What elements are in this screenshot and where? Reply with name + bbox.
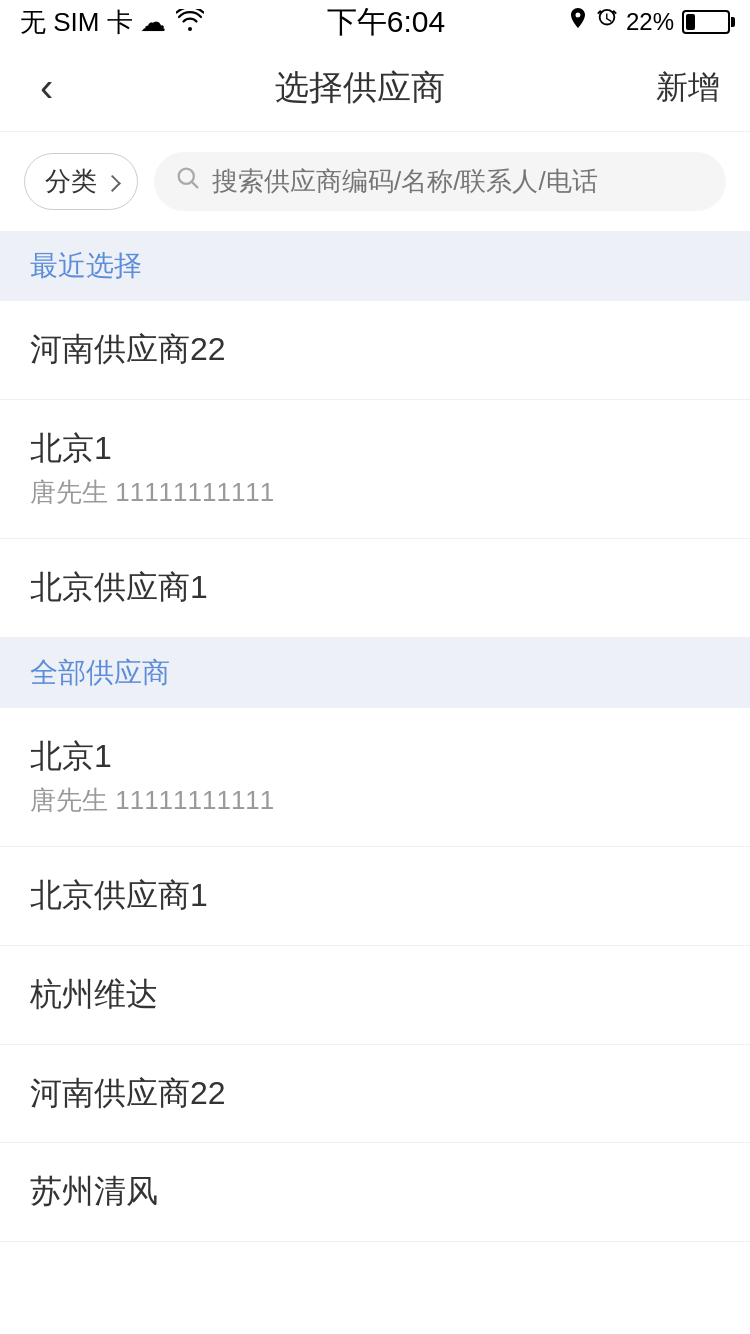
item-sub: 唐先生 11111111111 — [30, 783, 720, 818]
item-name: 北京供应商1 — [30, 567, 720, 609]
list-item[interactable]: 河南供应商22 — [0, 301, 750, 400]
list-item[interactable]: 北京供应商1 — [0, 539, 750, 638]
all-section-label: 全部供应商 — [30, 657, 170, 688]
wifi-icon — [176, 7, 204, 38]
back-button[interactable]: ‹ — [30, 55, 63, 120]
status-right: 22% — [568, 8, 730, 36]
list-item[interactable]: 杭州维达 — [0, 946, 750, 1045]
item-name: 河南供应商22 — [30, 329, 720, 371]
filter-bar: 分类 — [0, 132, 750, 231]
recent-section-label: 最近选择 — [30, 250, 142, 281]
item-name: 北京1 — [30, 428, 720, 470]
item-name: 北京供应商1 — [30, 875, 720, 917]
all-section-header: 全部供应商 — [0, 638, 750, 708]
search-input[interactable] — [212, 166, 706, 197]
list-item[interactable]: 北京1 唐先生 11111111111 — [0, 708, 750, 848]
sim-status: 无 SIM 卡 ☁ — [20, 5, 166, 40]
page-title: 选择供应商 — [275, 65, 445, 111]
location-icon — [568, 8, 588, 36]
list-item[interactable]: 北京供应商1 — [0, 847, 750, 946]
item-name: 苏州清风 — [30, 1171, 720, 1213]
list-item[interactable]: 河南供应商22 — [0, 1045, 750, 1144]
category-label: 分类 — [45, 164, 97, 199]
search-icon — [174, 164, 202, 199]
status-bar: 无 SIM 卡 ☁ 下午6:04 22% — [0, 0, 750, 44]
add-button[interactable]: 新增 — [656, 66, 720, 110]
recent-section-header: 最近选择 — [0, 231, 750, 301]
all-list: 北京1 唐先生 11111111111 北京供应商1 杭州维达河南供应商22 苏州清风 — [0, 708, 750, 1242]
battery-percentage: 22% — [626, 8, 674, 36]
item-name: 杭州维达 — [30, 974, 720, 1016]
list-item[interactable]: 北京1 唐先生 11111111111 — [0, 400, 750, 540]
nav-bar: ‹ 选择供应商 新增 — [0, 44, 750, 132]
item-sub: 唐先生 11111111111 — [30, 475, 720, 510]
item-name: 北京1 — [30, 736, 720, 778]
status-left: 无 SIM 卡 ☁ — [20, 5, 204, 40]
item-name: 河南供应商22 — [30, 1073, 720, 1115]
list-item[interactable]: 苏州清风 — [0, 1143, 750, 1242]
search-box[interactable] — [154, 152, 726, 211]
chevron-right-icon — [104, 174, 121, 191]
status-time: 下午6:04 — [327, 2, 445, 43]
recent-list: 河南供应商22 北京1 唐先生 11111111111 北京供应商1 — [0, 301, 750, 638]
category-filter[interactable]: 分类 — [24, 153, 138, 210]
alarm-icon — [596, 8, 618, 36]
battery-icon — [682, 10, 730, 34]
